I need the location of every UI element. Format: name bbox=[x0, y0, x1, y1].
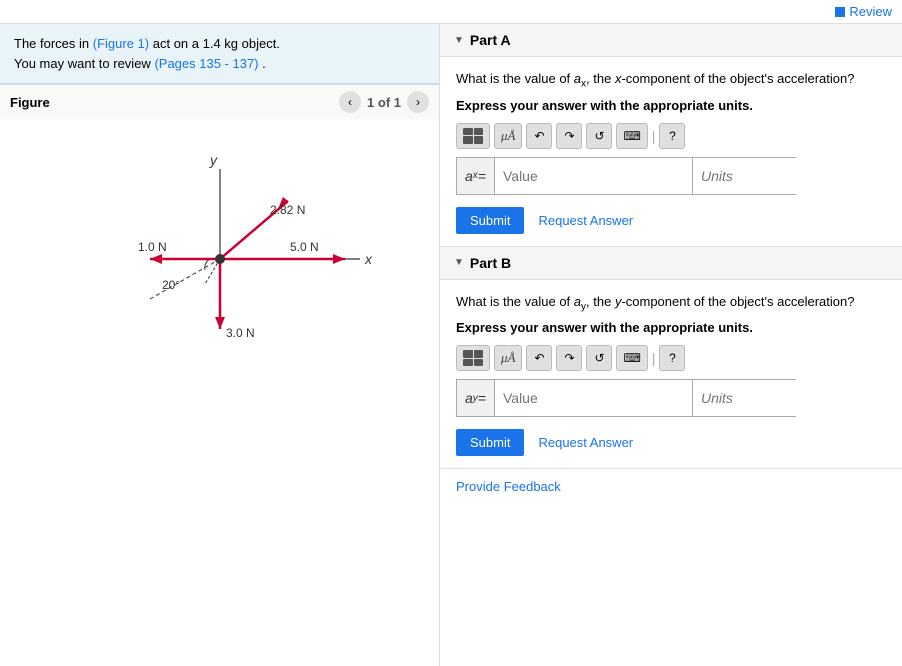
problem-mid: act on a 1.4 kg object. bbox=[153, 36, 280, 51]
part-b-content: What is the value of ay, the y-component… bbox=[440, 280, 902, 469]
problem-intro: The forces in bbox=[14, 36, 93, 51]
problem-text: The forces in (Figure 1) act on a 1.4 kg… bbox=[0, 24, 439, 84]
svg-text:1.0 N: 1.0 N bbox=[138, 240, 167, 254]
figure-label: Figure bbox=[10, 95, 50, 110]
svg-text:y: y bbox=[209, 152, 218, 168]
top-bar: Review bbox=[0, 0, 902, 24]
review-link[interactable]: Review bbox=[835, 4, 892, 19]
figure-next-button[interactable]: › bbox=[407, 91, 429, 113]
part-b-answer-row: ay = bbox=[456, 379, 796, 417]
figure-nav-text: 1 of 1 bbox=[367, 95, 401, 110]
part-b-question: What is the value of ay, the y-component… bbox=[456, 292, 886, 315]
part-a-answer-row: ax = bbox=[456, 157, 796, 195]
svg-text:3.0 N: 3.0 N bbox=[226, 326, 255, 340]
problem-pages-suffix: . bbox=[262, 56, 266, 71]
part-b-keyboard-button[interactable]: ⌨ bbox=[616, 345, 647, 371]
part-b-label: Part B bbox=[470, 255, 511, 271]
part-a-request-link[interactable]: Request Answer bbox=[538, 213, 633, 228]
part-b-submit-button[interactable]: Submit bbox=[456, 429, 524, 456]
part-b-help-button[interactable]: ? bbox=[659, 345, 685, 371]
part-a-value-input[interactable] bbox=[495, 158, 692, 194]
figure-prev-button[interactable]: ‹ bbox=[339, 91, 361, 113]
part-a-toolbar: μÅ ↶ ↷ ↺ ⌨ | ? bbox=[456, 123, 886, 149]
part-b-arrow: ▼ bbox=[454, 257, 464, 268]
part-b-section: ▼ Part B What is the value of ay, the y-… bbox=[440, 247, 902, 470]
part-b-reset-button[interactable]: ↺ bbox=[586, 345, 612, 371]
part-b-express: Express your answer with the appropriate… bbox=[456, 320, 886, 335]
part-a-arrow: ▼ bbox=[454, 35, 464, 46]
review-icon bbox=[835, 7, 845, 17]
part-a-reset-button[interactable]: ↺ bbox=[586, 123, 612, 149]
part-b-answer-label: ay = bbox=[457, 380, 495, 416]
svg-text:20°: 20° bbox=[162, 278, 180, 292]
part-b-mu-button[interactable]: μÅ bbox=[494, 345, 522, 371]
part-a-label: Part A bbox=[470, 32, 511, 48]
part-a-units-input[interactable] bbox=[692, 158, 891, 194]
part-a-grid-button[interactable] bbox=[456, 123, 490, 149]
part-b-header: ▼ Part B bbox=[440, 247, 902, 280]
part-b-redo-button[interactable]: ↷ bbox=[556, 345, 582, 371]
part-b-toolbar: μÅ ↶ ↷ ↺ ⌨ | ? bbox=[456, 345, 886, 371]
provide-feedback-link[interactable]: Provide Feedback bbox=[440, 469, 902, 504]
figure-header: Figure ‹ 1 of 1 › bbox=[0, 84, 439, 119]
problem-review-prefix: You may want to review bbox=[14, 56, 154, 71]
part-a-mu-label: μÅ bbox=[501, 128, 515, 144]
part-a-action-row: Submit Request Answer bbox=[456, 207, 886, 234]
part-a-separator: | bbox=[652, 128, 656, 144]
part-b-separator: | bbox=[652, 350, 656, 366]
part-a-header: ▼ Part A bbox=[440, 24, 902, 57]
part-a-mu-button[interactable]: μÅ bbox=[494, 123, 522, 149]
part-b-undo-button[interactable]: ↶ bbox=[526, 345, 552, 371]
part-a-content: What is the value of ax, the x-component… bbox=[440, 57, 902, 246]
part-a-undo-button[interactable]: ↶ bbox=[526, 123, 552, 149]
right-panel: ▼ Part A What is the value of ax, the x-… bbox=[440, 24, 902, 666]
part-b-action-row: Submit Request Answer bbox=[456, 429, 886, 456]
figure-svg: y x 20° 2.82 N 5.0 N bbox=[50, 129, 390, 349]
part-a-answer-label: ax = bbox=[457, 158, 495, 194]
part-b-units-input[interactable] bbox=[692, 380, 891, 416]
svg-text:x: x bbox=[364, 251, 373, 267]
part-a-submit-button[interactable]: Submit bbox=[456, 207, 524, 234]
svg-text:5.0 N: 5.0 N bbox=[290, 240, 319, 254]
figure-link[interactable]: (Figure 1) bbox=[93, 36, 149, 51]
main-layout: The forces in (Figure 1) act on a 1.4 kg… bbox=[0, 24, 902, 666]
part-b-request-link[interactable]: Request Answer bbox=[538, 435, 633, 450]
part-b-mu-label: μÅ bbox=[501, 350, 515, 366]
part-a-question: What is the value of ax, the x-component… bbox=[456, 69, 886, 92]
part-a-help-button[interactable]: ? bbox=[659, 123, 685, 149]
figure-svg-area: y x 20° 2.82 N 5.0 N bbox=[0, 119, 439, 349]
part-a-express: Express your answer with the appropriate… bbox=[456, 98, 886, 113]
part-a-keyboard-button[interactable]: ⌨ bbox=[616, 123, 647, 149]
figure-nav: ‹ 1 of 1 › bbox=[339, 91, 429, 113]
part-a-redo-button[interactable]: ↷ bbox=[556, 123, 582, 149]
part-b-grid-button[interactable] bbox=[456, 345, 490, 371]
left-panel: The forces in (Figure 1) act on a 1.4 kg… bbox=[0, 24, 440, 666]
pages-link[interactable]: (Pages 135 - 137) bbox=[154, 56, 258, 71]
part-a-section: ▼ Part A What is the value of ax, the x-… bbox=[440, 24, 902, 247]
review-label: Review bbox=[849, 4, 892, 19]
part-b-value-input[interactable] bbox=[495, 380, 692, 416]
svg-text:2.82 N: 2.82 N bbox=[270, 203, 305, 217]
